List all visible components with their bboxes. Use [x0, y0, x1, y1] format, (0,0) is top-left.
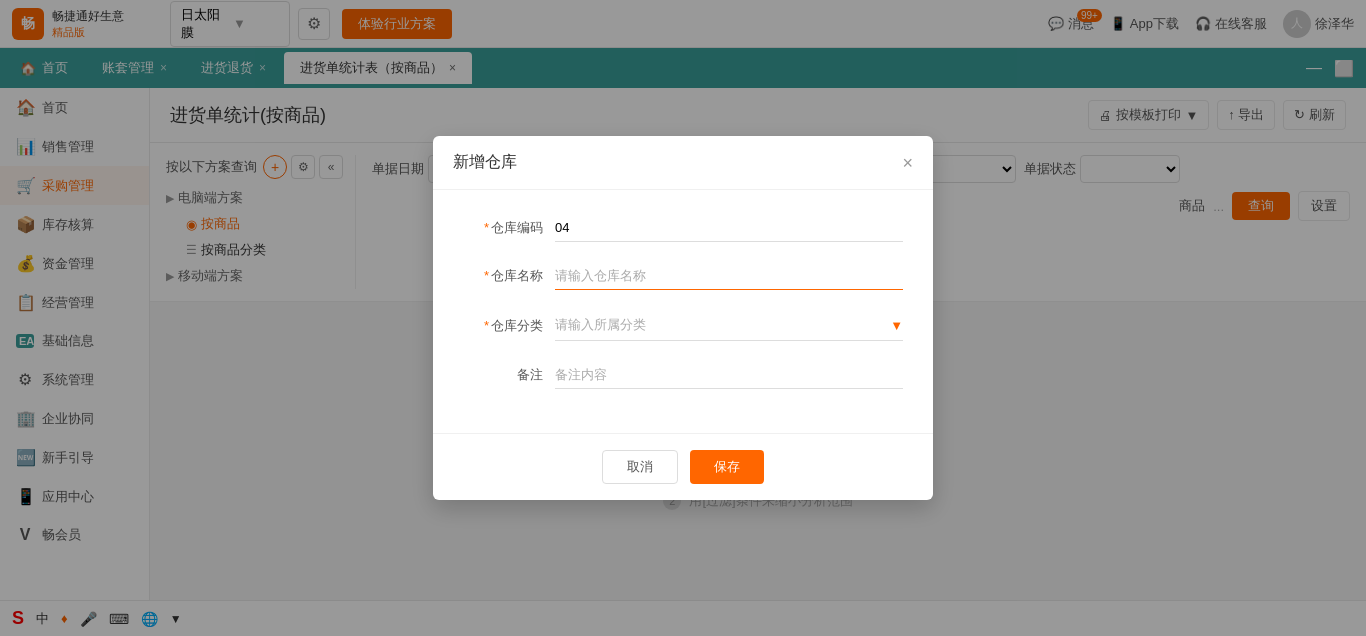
dialog-footer: 取消 保存 [433, 433, 933, 500]
warehouse-code-input[interactable] [555, 214, 903, 242]
chevron-down-icon: ▼ [890, 318, 903, 333]
dialog-header: 新增仓库 × [433, 136, 933, 190]
form-row-remark: 备注 [463, 361, 903, 389]
remark-label: 备注 [463, 366, 543, 384]
name-label: 仓库名称 [463, 267, 543, 285]
form-row-category: 仓库分类 请输入所属分类 ▼ [463, 310, 903, 341]
form-row-name: 仓库名称 [463, 262, 903, 290]
save-button[interactable]: 保存 [690, 450, 764, 484]
category-placeholder: 请输入所属分类 [555, 316, 646, 334]
category-label: 仓库分类 [463, 317, 543, 335]
cancel-button[interactable]: 取消 [602, 450, 678, 484]
dialog-body: 仓库编码 仓库名称 仓库分类 请输入所属分类 ▼ 备注 [433, 190, 933, 433]
dialog-title: 新增仓库 [453, 152, 517, 173]
dialog-close-button[interactable]: × [902, 154, 913, 172]
form-row-code: 仓库编码 [463, 214, 903, 242]
warehouse-category-select[interactable]: 请输入所属分类 ▼ [555, 310, 903, 341]
remark-input[interactable] [555, 361, 903, 389]
code-label: 仓库编码 [463, 219, 543, 237]
warehouse-name-input[interactable] [555, 262, 903, 290]
dialog-overlay: 新增仓库 × 仓库编码 仓库名称 仓库分类 请输入所属分类 ▼ [0, 0, 1366, 636]
add-warehouse-dialog: 新增仓库 × 仓库编码 仓库名称 仓库分类 请输入所属分类 ▼ [433, 136, 933, 500]
